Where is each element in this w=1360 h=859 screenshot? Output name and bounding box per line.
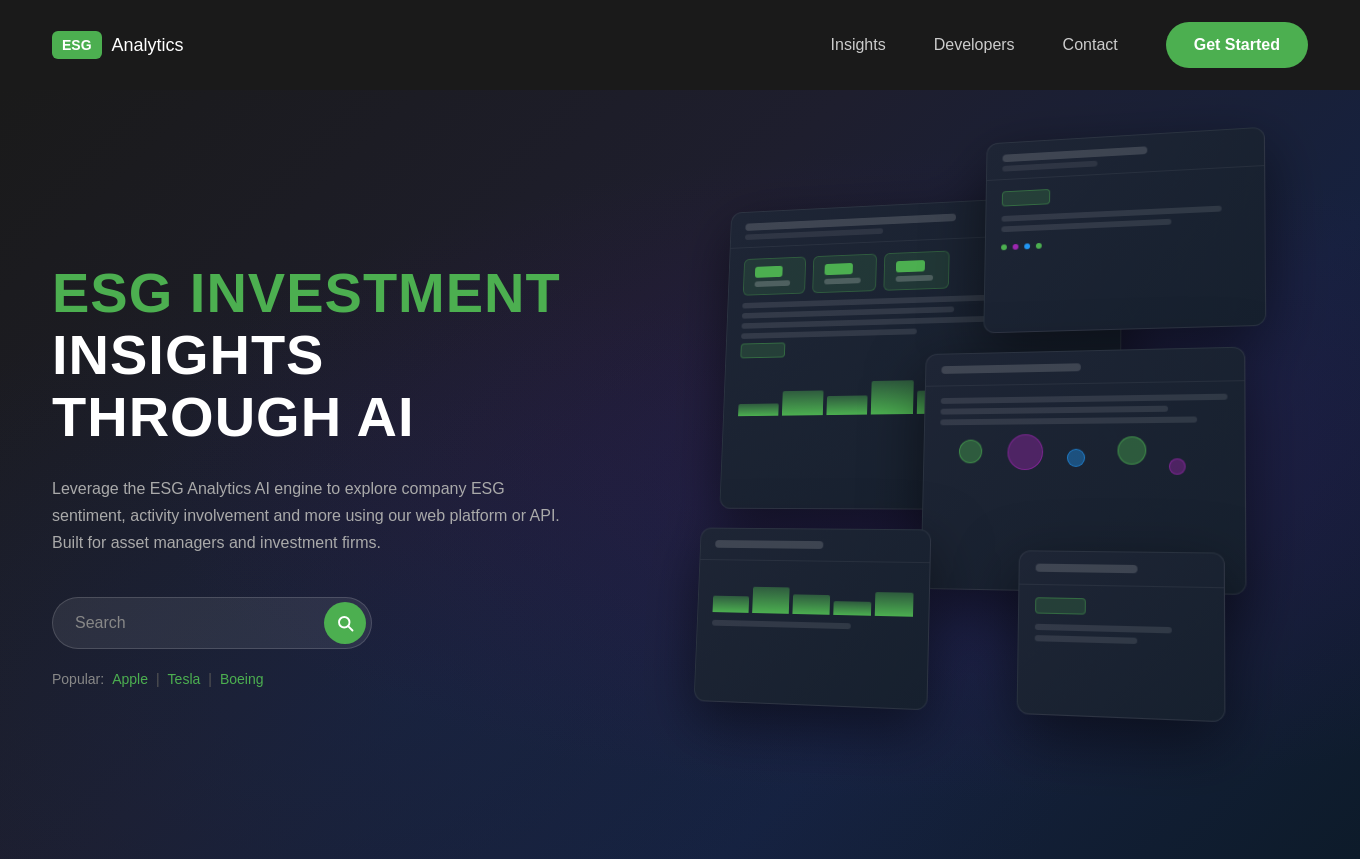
search-box (52, 597, 372, 649)
search-button[interactable] (324, 602, 366, 644)
navbar: ESG Analytics Insights Developers Contac… (0, 0, 1360, 90)
logo-badge: ESG (52, 31, 102, 59)
popular-tag-tesla[interactable]: Tesla (168, 671, 201, 687)
nav-link-developers[interactable]: Developers (934, 36, 1015, 54)
dashboard-card-3 (920, 347, 1246, 595)
hero-section: ESG INVESTMENT INSIGHTS THROUGH AI Lever… (0, 90, 1360, 859)
nav-links: Insights Developers Contact Get Started (831, 22, 1308, 68)
dashboard-card-4 (694, 528, 932, 711)
dashboard-card-2 (983, 127, 1266, 334)
dashboard-card-1 (719, 193, 1122, 511)
popular-tags: Popular: Apple | Tesla | Boeing (52, 671, 568, 687)
dashboard-card-5 (1017, 550, 1226, 722)
hero-content: ESG INVESTMENT INSIGHTS THROUGH AI Lever… (0, 262, 620, 686)
popular-tag-apple[interactable]: Apple (112, 671, 148, 687)
hero-description: Leverage the ESG Analytics AI engine to … (52, 475, 568, 557)
get-started-button[interactable]: Get Started (1166, 22, 1308, 68)
separator-2: | (208, 671, 212, 687)
hero-title-line2: INSIGHTS THROUGH AI (52, 324, 568, 447)
nav-link-contact[interactable]: Contact (1063, 36, 1118, 54)
search-icon (336, 614, 354, 632)
hero-visual (616, 96, 1360, 859)
nav-link-insights[interactable]: Insights (831, 36, 886, 54)
logo[interactable]: ESG Analytics (52, 31, 184, 59)
separator-1: | (156, 671, 160, 687)
hero-title-line1: ESG INVESTMENT (52, 262, 568, 324)
popular-tag-boeing[interactable]: Boeing (220, 671, 264, 687)
svg-line-1 (348, 626, 352, 630)
popular-label: Popular: (52, 671, 104, 687)
dashboard-mockup (616, 96, 1360, 859)
logo-text: Analytics (112, 35, 184, 56)
